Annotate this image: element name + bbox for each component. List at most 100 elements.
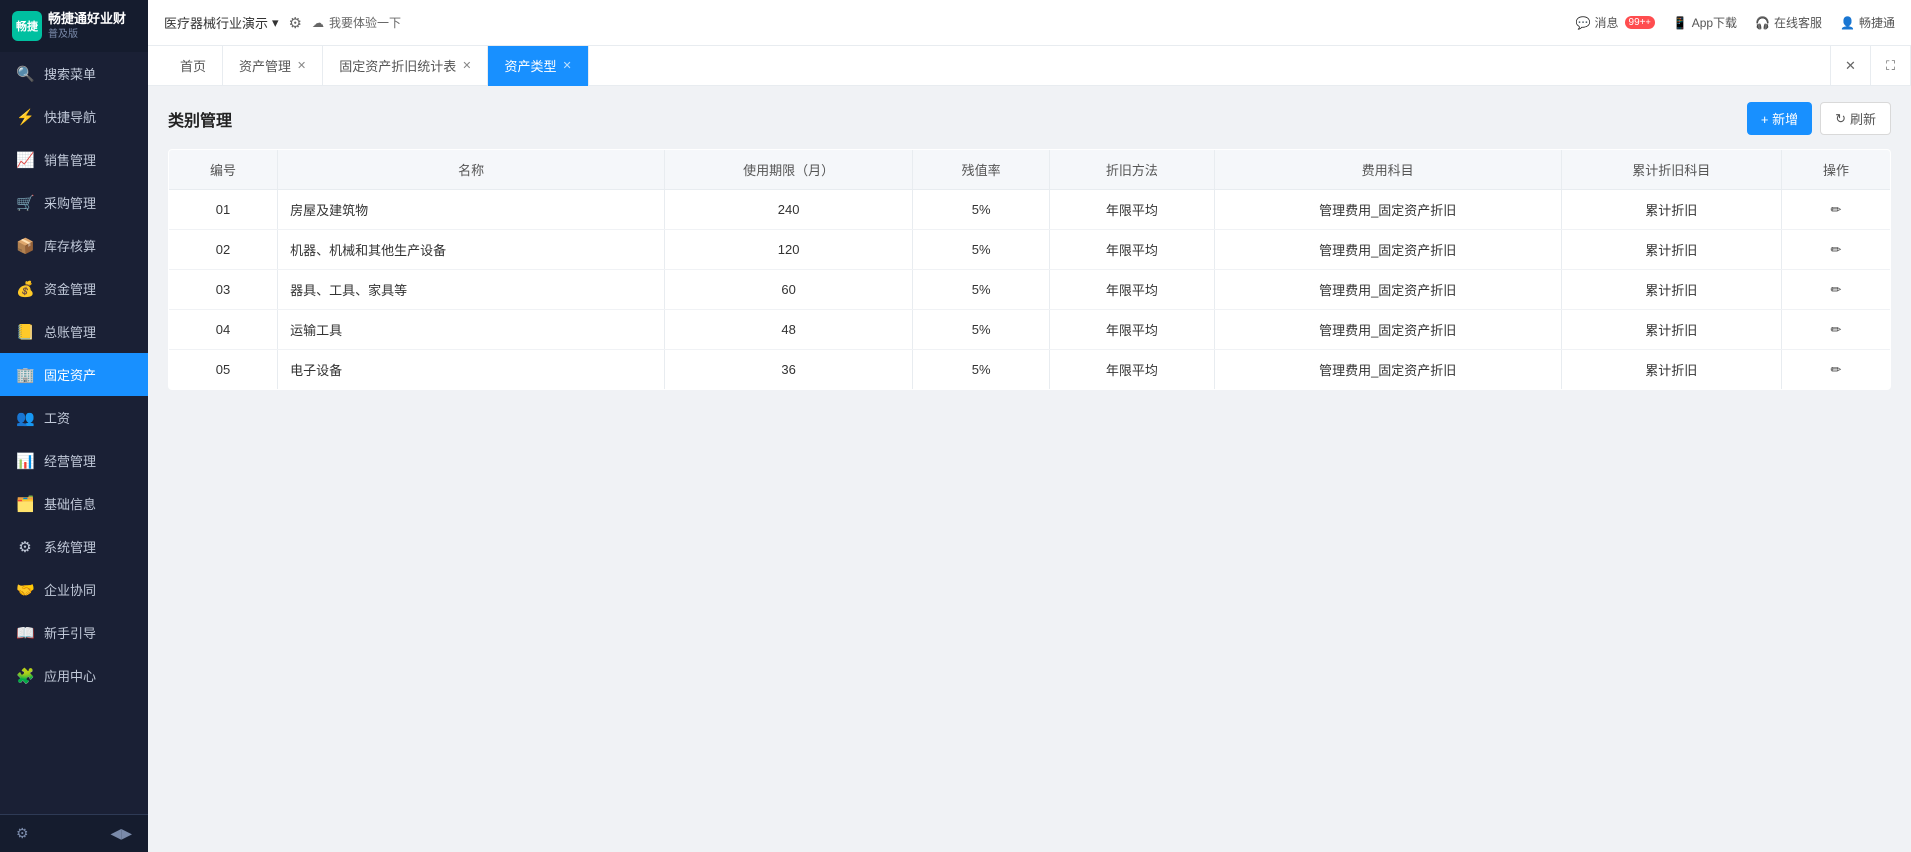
main-area: 医疗器械行业演示 ▾ ⚙ ☁ 我要体验一下 💬 消息 99++ 📱 App下载 … [148,0,1911,852]
sidebar-item-quicknav[interactable]: ⚡ 快捷导航 [0,95,148,138]
refresh-btn[interactable]: ↻ 刷新 [1820,102,1891,135]
company-selector[interactable]: 医疗器械行业演示 ▾ [164,13,279,32]
tab-3[interactable]: 资产类型✕ [488,46,588,86]
sidebar-item-inventory[interactable]: 📦 库存核算 [0,224,148,267]
table-row: 01房屋及建筑物2405%年限平均管理费用_固定资产折旧累计折旧✏ [169,190,1891,230]
col-header-名称: 名称 [278,150,665,190]
sidebar-icon-collaboration: 🤝 [16,581,34,599]
edit-btn-row-3[interactable]: ✏ [1781,310,1890,350]
sidebar-item-ledger[interactable]: 📒 总账管理 [0,310,148,353]
cell-4-2: 36 [665,350,913,390]
table-row: 05电子设备365%年限平均管理费用_固定资产折旧累计折旧✏ [169,350,1891,390]
tabbar: 首页资产管理✕固定资产折旧统计表✕资产类型✕ ✕ ⛶ [148,46,1911,86]
company-name: 医疗器械行业演示 [164,13,268,32]
experience-btn[interactable]: ☁ 我要体验一下 [312,14,401,31]
experience-label: 我要体验一下 [329,14,401,31]
app-edition: 普及版 [48,28,126,41]
sidebar-item-purchase[interactable]: 🛒 采购管理 [0,181,148,224]
cell-3-6: 累计折旧 [1561,310,1781,350]
new-btn[interactable]: + 新增 [1747,102,1812,135]
cell-3-3: 5% [913,310,1050,350]
sidebar-icon-sales: 📈 [16,151,34,169]
col-header-操作: 操作 [1781,150,1890,190]
customer-service-icon: 🎧 [1755,16,1770,30]
collapse-sidebar-icon[interactable]: ◀▶ [110,825,132,842]
tab-label-1: 资产管理 [239,56,291,75]
table-row: 03器具、工具、家具等605%年限平均管理费用_固定资产折旧累计折旧✏ [169,270,1891,310]
sidebar-item-app-center[interactable]: 🧩 应用中心 [0,654,148,697]
sidebar-icon-purchase: 🛒 [16,194,34,212]
app-name: 畅捷通好业财 [48,11,126,28]
edit-btn-row-0[interactable]: ✏ [1781,190,1890,230]
cell-3-4: 年限平均 [1050,310,1215,350]
close-tab-btn[interactable]: ✕ [1831,46,1871,86]
sidebar-item-collaboration[interactable]: 🤝 企业协同 [0,568,148,611]
topbar-settings-icon[interactable]: ⚙ [289,14,302,32]
cell-3-2: 48 [665,310,913,350]
cell-1-5: 管理费用_固定资产折旧 [1214,230,1561,270]
tab-close-2[interactable]: ✕ [462,59,471,72]
app-download-label: App下载 [1692,14,1737,31]
cell-3-1: 运输工具 [278,310,665,350]
messages-icon: 💬 [1576,16,1591,30]
cell-1-2: 120 [665,230,913,270]
settings-footer-icon[interactable]: ⚙ [16,825,29,842]
app-download-btn[interactable]: 📱 App下载 [1673,14,1737,31]
cell-4-3: 5% [913,350,1050,390]
cell-2-6: 累计折旧 [1561,270,1781,310]
customer-service-btn[interactable]: 🎧 在线客服 [1755,14,1822,31]
sidebar-item-system[interactable]: ⚙ 系统管理 [0,525,148,568]
sidebar-item-funds[interactable]: 💰 资金管理 [0,267,148,310]
edit-btn-row-1[interactable]: ✏ [1781,230,1890,270]
tab-close-1[interactable]: ✕ [297,59,306,72]
sidebar-item-operations[interactable]: 📊 经营管理 [0,439,148,482]
sidebar-label-search: 搜索菜单 [44,64,96,83]
messages-badge: 99++ [1625,16,1655,29]
tab-2[interactable]: 固定资产折旧统计表 ✕ [323,46,488,86]
sidebar-icon-basic-info: 🗂️ [16,495,34,513]
cell-0-2: 240 [665,190,913,230]
sidebar-item-search[interactable]: 🔍 搜索菜单 [0,52,148,95]
sidebar-item-salary[interactable]: 👥 工资 [0,396,148,439]
sidebar-icon-funds: 💰 [16,280,34,298]
sidebar-label-salary: 工资 [44,408,70,427]
cell-0-1: 房屋及建筑物 [278,190,665,230]
sidebar-icon-salary: 👥 [16,409,34,427]
sidebar-label-inventory: 库存核算 [44,236,96,255]
tab-0[interactable]: 首页 [164,46,223,86]
page-title: 类别管理 [168,107,232,131]
asset-type-table: 编号名称使用期限（月）残值率折旧方法费用科目累计折旧科目操作 01房屋及建筑物2… [168,149,1891,390]
cell-0-3: 5% [913,190,1050,230]
cell-0-0: 01 [169,190,278,230]
sidebar-item-sales[interactable]: 📈 销售管理 [0,138,148,181]
table-row: 04运输工具485%年限平均管理费用_固定资产折旧累计折旧✏ [169,310,1891,350]
cell-0-4: 年限平均 [1050,190,1215,230]
user-avatar-icon: 👤 [1840,16,1855,30]
user-menu-btn[interactable]: 👤 畅捷通 [1840,14,1895,31]
sidebar-label-purchase: 采购管理 [44,193,96,212]
messages-btn[interactable]: 💬 消息 99++ [1576,14,1655,31]
sidebar-icon-guide: 📖 [16,624,34,642]
sidebar-item-guide[interactable]: 📖 新手引导 [0,611,148,654]
col-header-残值率: 残值率 [913,150,1050,190]
sidebar-label-system: 系统管理 [44,537,96,556]
cell-4-5: 管理费用_固定资产折旧 [1214,350,1561,390]
tab-1[interactable]: 资产管理 ✕ [223,46,323,86]
app-download-icon: 📱 [1673,16,1688,30]
sidebar-icon-ledger: 📒 [16,323,34,341]
sidebar-item-basic-info[interactable]: 🗂️ 基础信息 [0,482,148,525]
tab-label-2: 固定资产折旧统计表 [339,56,456,75]
edit-btn-row-2[interactable]: ✏ [1781,270,1890,310]
sidebar-label-ledger: 总账管理 [44,322,96,341]
refresh-icon: ↻ [1835,111,1846,127]
edit-btn-row-4[interactable]: ✏ [1781,350,1890,390]
customer-service-label: 在线客服 [1774,14,1822,31]
sidebar-icon-quicknav: ⚡ [16,108,34,126]
cell-4-1: 电子设备 [278,350,665,390]
app-logo: 畅捷 畅捷通好业财 普及版 [0,0,148,52]
sidebar-label-funds: 资金管理 [44,279,96,298]
expand-tab-btn[interactable]: ⛶ [1871,46,1911,86]
tab-close-3[interactable]: ✕ [563,59,572,72]
sidebar-item-fixed-assets[interactable]: 🏢 固定资产 [0,353,148,396]
col-header-使用期限（月）: 使用期限（月） [665,150,913,190]
